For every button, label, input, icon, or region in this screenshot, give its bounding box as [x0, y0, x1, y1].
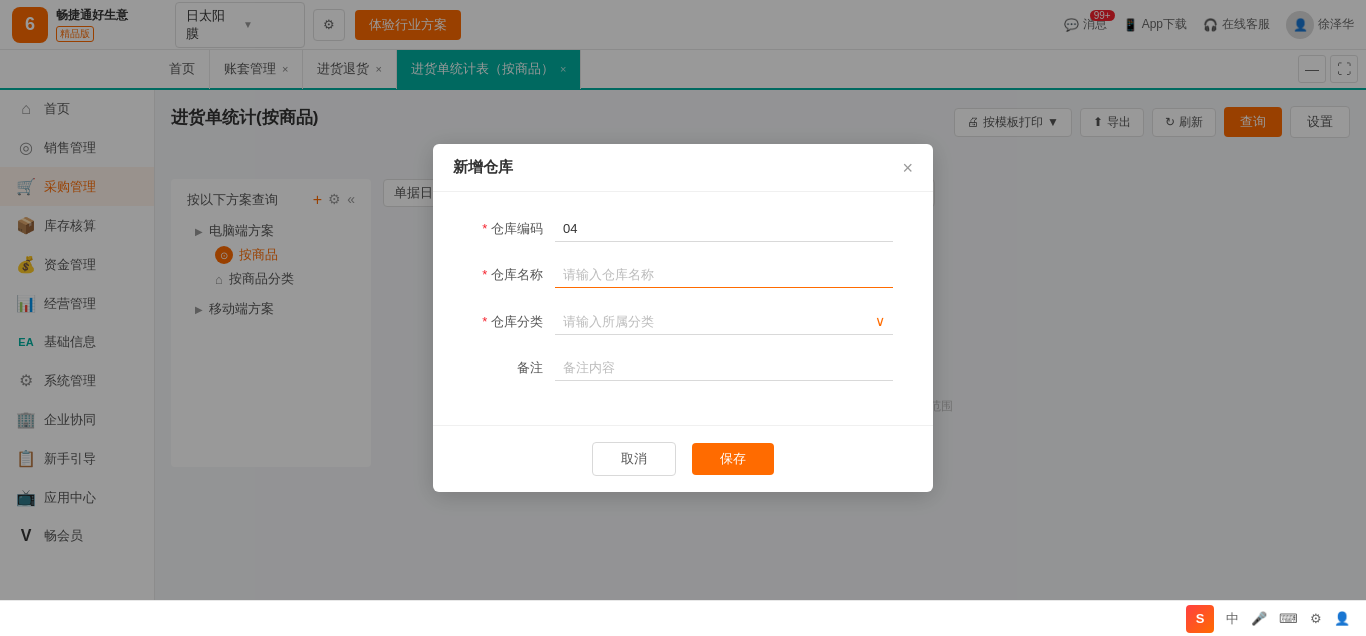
form-row-category: 仓库分类 请输入所属分类 ∨	[473, 308, 893, 335]
warehouse-code-input[interactable]	[555, 216, 893, 242]
notes-label: 备注	[473, 359, 543, 377]
modal-header: 新增仓库 ×	[433, 144, 933, 192]
save-button[interactable]: 保存	[692, 443, 774, 475]
cancel-button[interactable]: 取消	[592, 442, 676, 476]
bottom-settings-icon[interactable]: ⚙	[1310, 611, 1322, 626]
bottom-bar: S 中 🎤 ⌨ ⚙ 👤	[0, 600, 1366, 636]
chinese-input-icon[interactable]: 中	[1226, 610, 1239, 628]
modal-overlay: 新增仓库 × 仓库编码 仓库名称 仓库分类 请输入所属分类 ∨	[0, 0, 1366, 636]
s-brand-icon: S	[1186, 605, 1214, 633]
microphone-icon[interactable]: 🎤	[1251, 611, 1267, 626]
warehouse-name-input[interactable]	[555, 262, 893, 288]
modal-close-button[interactable]: ×	[902, 159, 913, 177]
new-warehouse-modal: 新增仓库 × 仓库编码 仓库名称 仓库分类 请输入所属分类 ∨	[433, 144, 933, 492]
warehouse-code-label: 仓库编码	[473, 220, 543, 238]
form-row-notes: 备注	[473, 355, 893, 381]
form-row-name: 仓库名称	[473, 262, 893, 288]
form-row-code: 仓库编码	[473, 216, 893, 242]
warehouse-name-label: 仓库名称	[473, 266, 543, 284]
warehouse-category-select-wrap[interactable]: 请输入所属分类 ∨	[555, 308, 893, 335]
select-arrow-icon: ∨	[875, 313, 885, 329]
bottom-user-icon[interactable]: 👤	[1334, 611, 1350, 626]
modal-title: 新增仓库	[453, 158, 513, 177]
modal-body: 仓库编码 仓库名称 仓库分类 请输入所属分类 ∨ 备注	[433, 192, 933, 425]
warehouse-category-label: 仓库分类	[473, 313, 543, 331]
notes-input[interactable]	[555, 355, 893, 381]
warehouse-category-select[interactable]: 请输入所属分类	[563, 314, 875, 329]
modal-footer: 取消 保存	[433, 425, 933, 492]
keyboard-icon[interactable]: ⌨	[1279, 611, 1298, 626]
